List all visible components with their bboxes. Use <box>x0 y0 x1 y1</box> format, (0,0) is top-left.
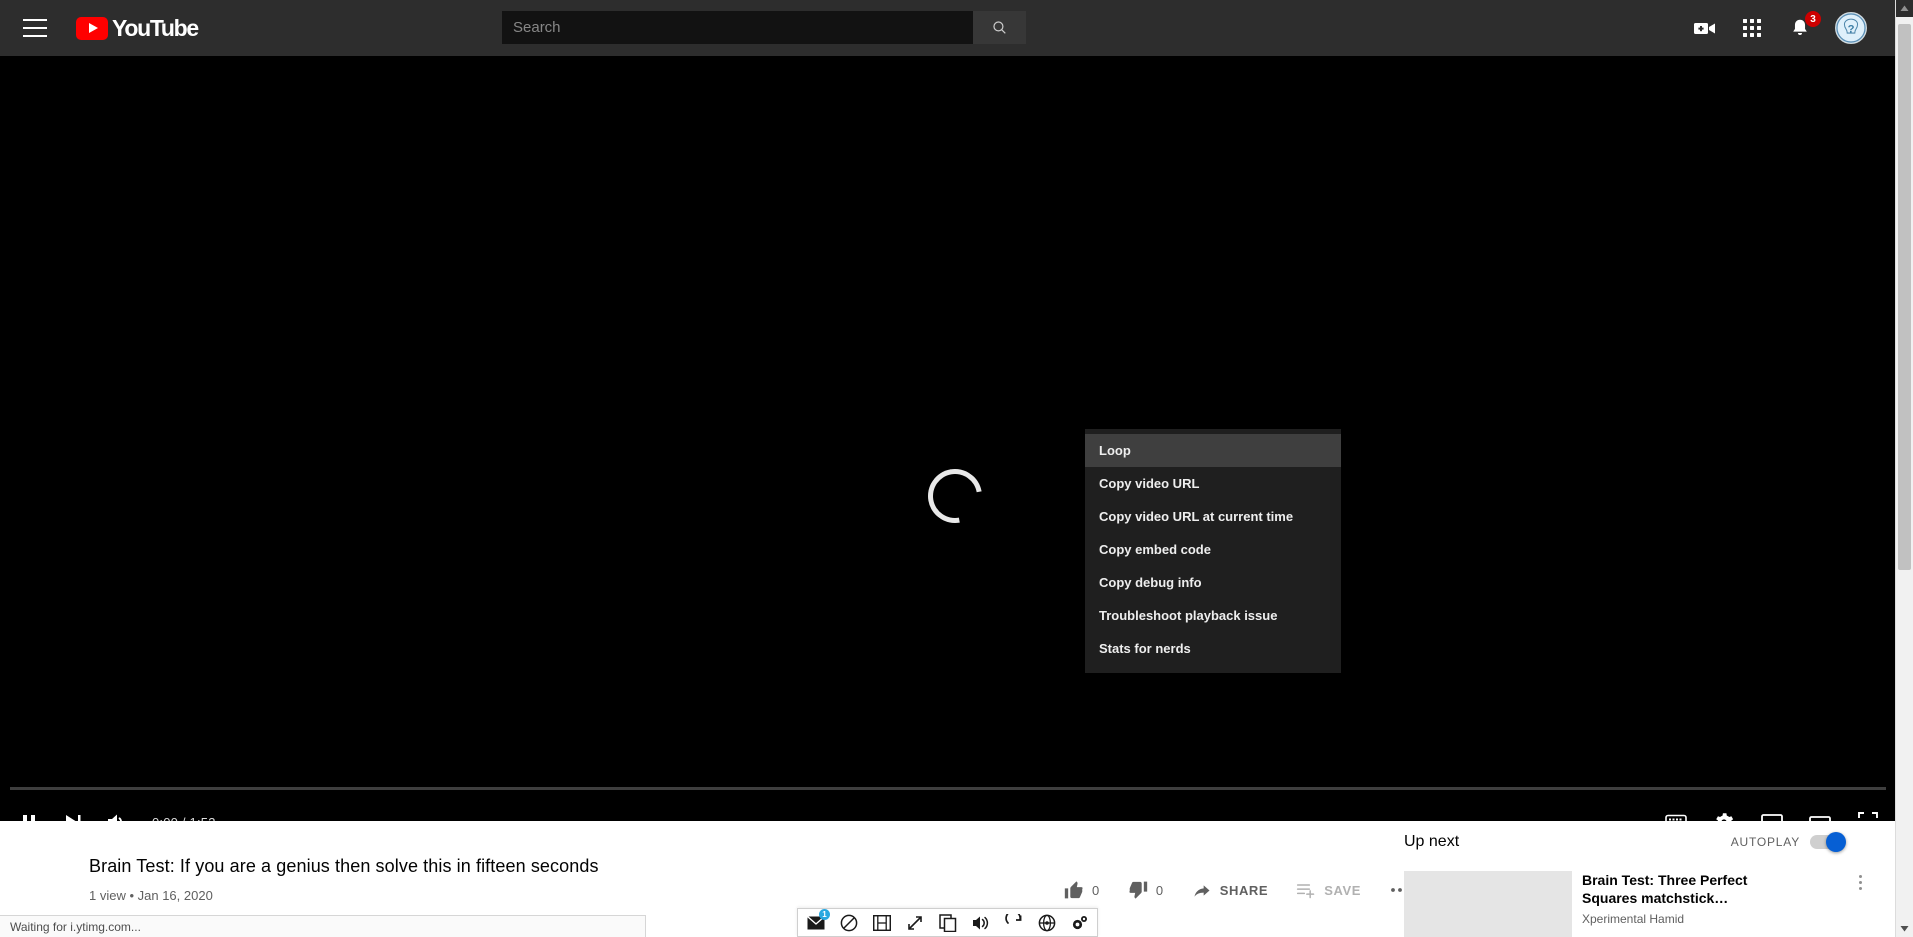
context-menu-item-copy-video-url-at-current-time[interactable]: Copy video URL at current time <box>1085 500 1341 533</box>
kebab-menu-icon[interactable] <box>1859 875 1862 890</box>
browser-viewport: YouTube <box>0 0 1913 937</box>
svg-text:?: ? <box>1848 24 1855 36</box>
block-adblock-icon[interactable] <box>839 913 858 932</box>
search-button[interactable] <box>973 11 1026 44</box>
page-title: Brain Test: If you are a genius then sol… <box>89 856 599 877</box>
browser-status-bar: Waiting for i.ytimg.com... <box>0 915 646 937</box>
share-label: SHARE <box>1220 883 1269 898</box>
reload-refresh-icon[interactable] <box>1004 913 1023 932</box>
search-input[interactable] <box>502 11 973 44</box>
autoplay-control[interactable]: AUTOPLAY <box>1731 835 1844 849</box>
autoplay-toggle[interactable] <box>1810 835 1844 849</box>
search-bar <box>502 11 1026 44</box>
page-scrollbar[interactable] <box>1895 0 1913 937</box>
notification-badge: 3 <box>1805 11 1821 27</box>
resize-expand-icon[interactable] <box>905 913 924 932</box>
save-label: SAVE <box>1324 883 1361 898</box>
thumbs-up-icon <box>1064 880 1084 900</box>
player-context-menu: Loop Copy video URL Copy video URL at cu… <box>1085 429 1341 673</box>
like-button[interactable]: 0 <box>1050 880 1114 900</box>
duplicate-window-icon[interactable] <box>938 913 957 932</box>
like-count: 0 <box>1092 883 1100 898</box>
context-menu-item-copy-embed-code[interactable]: Copy embed code <box>1085 533 1341 566</box>
avatar[interactable]: ? <box>1835 12 1867 44</box>
speaker-volume-icon[interactable] <box>971 913 990 932</box>
up-next-header: Up next AUTOPLAY <box>1404 833 1844 851</box>
video-actions: 0 0 SHARE <box>1050 880 1425 900</box>
loading-spinner <box>917 458 992 533</box>
scrollbar-thumb[interactable] <box>1898 24 1911 570</box>
youtube-play-badge-icon <box>76 17 108 40</box>
autoplay-label: AUTOPLAY <box>1731 835 1800 849</box>
film-strip-icon[interactable] <box>872 913 891 932</box>
video-progress-bar[interactable] <box>10 787 1886 790</box>
status-text: Waiting for i.ytimg.com... <box>10 920 141 934</box>
create-video-icon[interactable] <box>1691 15 1717 41</box>
dislike-count: 0 <box>1156 883 1164 898</box>
mail-badge: 1 <box>819 909 830 920</box>
share-arrow-icon <box>1192 880 1212 900</box>
video-thumbnail[interactable] <box>1404 871 1572 937</box>
video-meta: 1 view • Jan 16, 2020 <box>89 888 213 903</box>
thumbs-down-icon <box>1128 880 1148 900</box>
context-menu-item-stats-for-nerds[interactable]: Stats for nerds <box>1085 632 1341 665</box>
hamburger-menu-icon[interactable] <box>23 19 47 37</box>
up-next-video-title: Brain Test: Three Perfect Squares matchs… <box>1582 871 1782 907</box>
video-player[interactable]: Loop Copy video URL Copy video URL at cu… <box>0 56 1895 821</box>
context-menu-item-troubleshoot-playback-issue[interactable]: Troubleshoot playback issue <box>1085 599 1341 632</box>
save-button[interactable]: SAVE <box>1282 880 1375 900</box>
notifications-bell-icon[interactable]: 3 <box>1787 15 1813 41</box>
scrollbar-up-arrow-icon[interactable] <box>1896 0 1913 17</box>
save-to-playlist-icon <box>1296 880 1316 900</box>
youtube-logo[interactable]: YouTube <box>76 15 198 42</box>
dislike-button[interactable]: 0 <box>1114 880 1178 900</box>
globe-proxy-icon[interactable] <box>1037 913 1056 932</box>
header-actions: 3 ? <box>1691 0 1867 56</box>
up-next-label: Up next <box>1404 833 1459 851</box>
share-button[interactable]: SHARE <box>1178 880 1283 900</box>
youtube-logo-text: YouTube <box>112 15 198 42</box>
scrollbar-down-arrow-icon[interactable] <box>1896 920 1913 937</box>
context-menu-item-loop[interactable]: Loop <box>1085 434 1341 467</box>
list-item[interactable]: Brain Test: Three Perfect Squares matchs… <box>1582 871 1862 926</box>
settings-gears-icon[interactable] <box>1070 913 1089 932</box>
context-menu-item-copy-video-url[interactable]: Copy video URL <box>1085 467 1341 500</box>
context-menu-item-copy-debug-info[interactable]: Copy debug info <box>1085 566 1341 599</box>
search-icon <box>991 19 1008 36</box>
up-next-channel-name: Xperimental Hamid <box>1582 912 1862 926</box>
youtube-header: YouTube <box>0 0 1895 56</box>
apps-grid-icon[interactable] <box>1739 15 1765 41</box>
autoplay-toggle-knob <box>1826 832 1846 852</box>
extension-toolbar: 1 <box>797 908 1098 937</box>
mail-envelope-icon[interactable]: 1 <box>806 913 825 932</box>
